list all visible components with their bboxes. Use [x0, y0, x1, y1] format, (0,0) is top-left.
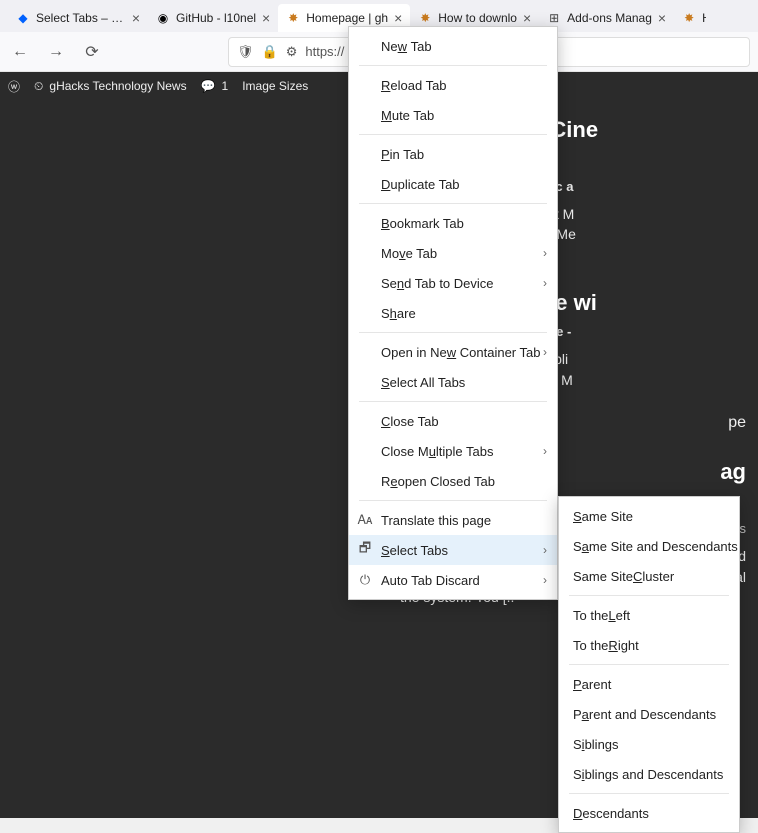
- tab-context-menu: New Tab Reload Tab Mute Tab Pin Tab Dupl…: [348, 26, 558, 600]
- chevron-right-icon: ›: [543, 276, 547, 290]
- tab-label: GitHub - l10nel: [176, 11, 256, 25]
- close-icon[interactable]: ×: [262, 10, 270, 26]
- site-link-label: gHacks Technology News: [49, 79, 186, 93]
- menu-translate[interactable]: 🗛Translate this page: [349, 505, 557, 535]
- url-text: https://: [305, 44, 344, 59]
- close-icon[interactable]: ×: [523, 10, 531, 26]
- forward-button[interactable]: →: [44, 40, 68, 64]
- tab-label: Add-ons Manag: [567, 11, 652, 25]
- tab-4[interactable]: ⊞ Add-ons Manag ×: [539, 4, 674, 32]
- menu-mute-tab[interactable]: Mute Tab: [349, 100, 557, 130]
- submenu-siblings[interactable]: Siblings: [559, 729, 739, 759]
- menu-select-all-tabs[interactable]: Select All Tabs: [349, 367, 557, 397]
- menu-separator: [359, 332, 547, 333]
- close-icon[interactable]: ×: [658, 10, 666, 26]
- permissions-icon[interactable]: ⚙: [286, 44, 298, 60]
- tab-1[interactable]: ◉ GitHub - l10nel ×: [148, 4, 278, 32]
- menu-separator: [359, 500, 547, 501]
- speech-icon: 💬: [201, 79, 216, 93]
- gauge-icon: ⏲: [34, 79, 43, 94]
- stack-icon: 🗗: [357, 542, 373, 558]
- menu-duplicate-tab[interactable]: Duplicate Tab: [349, 169, 557, 199]
- paw-icon: ✸: [418, 11, 432, 25]
- menu-separator: [359, 134, 547, 135]
- github-icon: ◉: [156, 11, 170, 25]
- site-link[interactable]: ⏲ gHacks Technology News: [34, 79, 187, 94]
- menu-open-container[interactable]: Open in New Container Tab›: [349, 337, 557, 367]
- submenu-same-site-cluster[interactable]: Same Site Cluster: [559, 561, 739, 591]
- tab-label: How to downlo: [438, 11, 517, 25]
- menu-bookmark-tab[interactable]: Bookmark Tab: [349, 208, 557, 238]
- menu-move-tab[interactable]: Move Tab›: [349, 238, 557, 268]
- submenu-to-right[interactable]: To the Right: [559, 630, 739, 660]
- menu-separator: [359, 401, 547, 402]
- chevron-right-icon: ›: [543, 543, 547, 557]
- menu-new-tab[interactable]: New Tab: [349, 31, 557, 61]
- paw-icon: ✸: [286, 11, 300, 25]
- comments-count: 1: [222, 79, 229, 93]
- tab-label: Homepage | gh: [306, 11, 388, 25]
- post-title-tail: ag: [720, 458, 746, 486]
- menu-reload-tab[interactable]: Reload Tab: [349, 70, 557, 100]
- post-tail: pe: [728, 414, 746, 434]
- menu-separator: [359, 203, 547, 204]
- submenu-descendants[interactable]: Descendants: [559, 798, 739, 828]
- submenu-same-site[interactable]: Same Site: [559, 501, 739, 531]
- chevron-right-icon: ›: [543, 444, 547, 458]
- puzzle-icon: ⊞: [547, 11, 561, 25]
- chevron-right-icon: ›: [543, 573, 547, 587]
- close-icon[interactable]: ×: [394, 10, 402, 26]
- comments-link[interactable]: 💬 1: [201, 79, 229, 93]
- lock-icon[interactable]: 🔒: [262, 44, 278, 60]
- menu-close-tab[interactable]: Close Tab: [349, 406, 557, 436]
- menu-separator: [359, 65, 547, 66]
- tab-5[interactable]: ✸ He: [674, 4, 714, 32]
- menu-separator: [569, 793, 729, 794]
- reload-button[interactable]: ⟳: [80, 40, 104, 64]
- paw-icon: ✸: [682, 11, 696, 25]
- submenu-same-site-descendants[interactable]: Same Site and Descendants: [559, 531, 739, 561]
- menu-auto-discard[interactable]: ⏻Auto Tab Discard›: [349, 565, 557, 595]
- image-sizes-link[interactable]: Image Sizes: [242, 79, 308, 93]
- close-icon[interactable]: ×: [132, 10, 140, 26]
- chevron-right-icon: ›: [543, 345, 547, 359]
- menu-separator: [569, 595, 729, 596]
- menu-pin-tab[interactable]: Pin Tab: [349, 139, 557, 169]
- select-tabs-submenu: Same Site Same Site and Descendants Same…: [558, 496, 740, 833]
- menu-close-multiple[interactable]: Close Multiple Tabs›: [349, 436, 557, 466]
- menu-send-tab[interactable]: Send Tab to Device›: [349, 268, 557, 298]
- menu-share[interactable]: Share: [349, 298, 557, 328]
- tab-label: He: [702, 11, 706, 25]
- tab-0[interactable]: ◆ Select Tabs – Ge ×: [8, 4, 148, 32]
- back-button[interactable]: ←: [8, 40, 32, 64]
- menu-separator: [569, 664, 729, 665]
- tab-label: Select Tabs – Ge: [36, 11, 126, 25]
- menu-select-tabs[interactable]: 🗗Select Tabs›: [349, 535, 557, 565]
- menu-reopen-closed[interactable]: Reopen Closed Tab: [349, 466, 557, 496]
- wordpress-icon[interactable]: ⓦ: [8, 78, 20, 95]
- submenu-parent-descendants[interactable]: Parent and Descendants: [559, 699, 739, 729]
- shield-icon[interactable]: 🛡: [237, 44, 254, 60]
- dropbox-icon: ◆: [16, 11, 30, 25]
- chevron-right-icon: ›: [543, 246, 547, 260]
- submenu-parent[interactable]: Parent: [559, 669, 739, 699]
- submenu-to-left[interactable]: To the Left: [559, 600, 739, 630]
- submenu-siblings-descendants[interactable]: Siblings and Descendants: [559, 759, 739, 789]
- power-icon: ⏻: [357, 572, 373, 588]
- translate-icon: 🗛: [357, 512, 373, 528]
